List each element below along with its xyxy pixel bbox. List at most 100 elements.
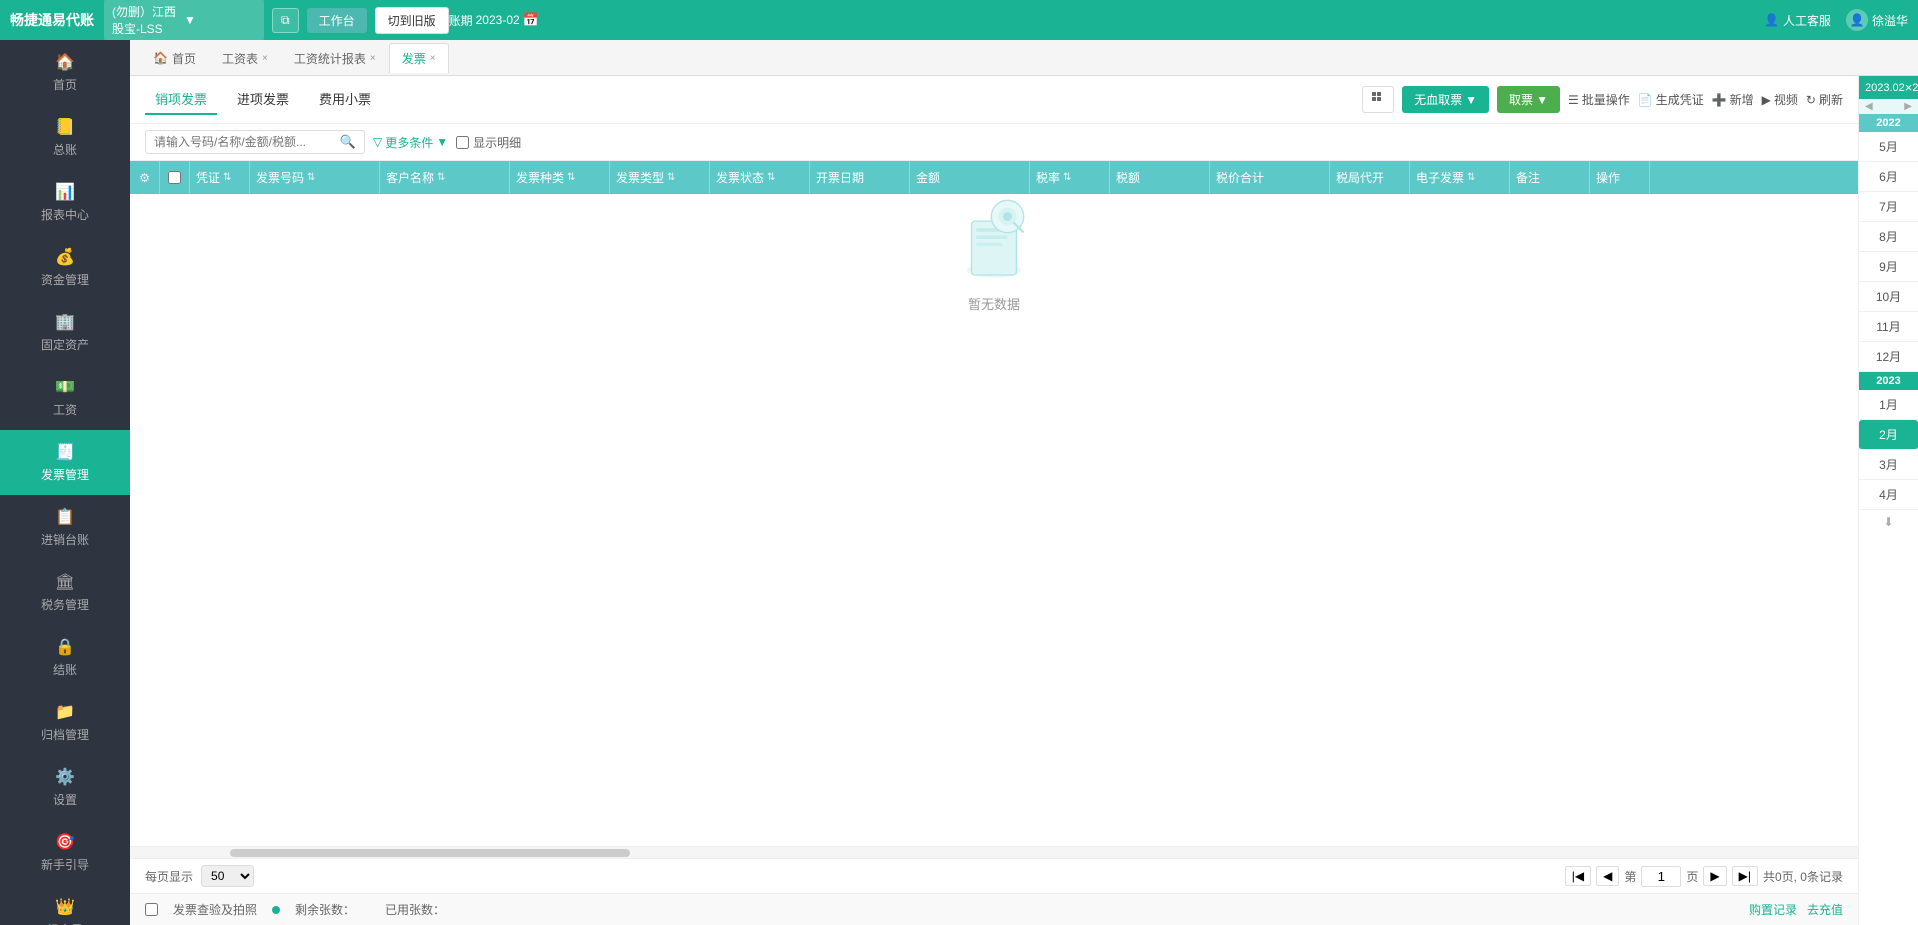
th-invoice-kind[interactable]: 发票类型 ⇅: [610, 161, 710, 194]
more-conditions-btn[interactable]: ▽ 更多条件 ▼: [373, 134, 448, 151]
th-tax-rate[interactable]: 税率 ⇅: [1030, 161, 1110, 194]
cal-month-2023-1[interactable]: 1月: [1859, 390, 1918, 420]
tab-salary-close[interactable]: ×: [262, 53, 268, 64]
th-invoice-status[interactable]: 发票状态 ⇅: [710, 161, 810, 194]
customer-service[interactable]: 👤 人工客服: [1764, 12, 1831, 29]
th-amount[interactable]: 金额: [910, 161, 1030, 194]
pagination-bar: 每页显示 50 100 200 |◀ ◀ 第 页 ▶: [130, 858, 1858, 893]
tab-salary[interactable]: 工资表 ×: [209, 43, 281, 73]
refresh-btn[interactable]: ↻ 刷新: [1806, 91, 1843, 108]
sidebar-item-payroll[interactable]: 💵 工资: [0, 365, 130, 430]
sidebar-item-close[interactable]: 🔒 结账: [0, 625, 130, 690]
cal-scroll-down-btn[interactable]: ⬇: [1859, 510, 1918, 534]
cal-month-2022-6[interactable]: 6月: [1859, 162, 1918, 192]
invoice-check-checkbox[interactable]: [145, 903, 158, 916]
cal-month-2022-7[interactable]: 7月: [1859, 192, 1918, 222]
search-input[interactable]: [154, 135, 340, 149]
calendar-close-btn[interactable]: ×: [1905, 80, 1913, 95]
page-first-btn[interactable]: |◀: [1565, 866, 1591, 886]
pagination-controls: |◀ ◀ 第 页 ▶ ▶| 共0页, 0条记录: [1565, 866, 1843, 887]
tab-invoice[interactable]: 发票 ×: [389, 43, 449, 73]
sub-tab-expense-receipt[interactable]: 费用小票: [309, 84, 381, 115]
cal-prev-btn[interactable]: ◀: [1865, 101, 1873, 112]
generate-cert-btn[interactable]: 📄 生成凭证: [1638, 91, 1704, 108]
cal-month-2022-10[interactable]: 10月: [1859, 282, 1918, 312]
cal-month-2023-2[interactable]: 2月: [1859, 420, 1918, 450]
th-open-date[interactable]: 开票日期: [810, 161, 910, 194]
sidebar-item-home[interactable]: 🏠 首页: [0, 40, 130, 105]
tab-home[interactable]: 🏠 首页: [140, 43, 209, 73]
scroll-thumb[interactable]: [230, 849, 630, 857]
status-links: 购置记录 去充值: [1749, 901, 1843, 918]
page-next-btn[interactable]: ▶: [1703, 866, 1726, 886]
sidebar-item-archive[interactable]: 📁 归档管理: [0, 690, 130, 755]
tab-salary-report-close[interactable]: ×: [370, 53, 376, 64]
sidebar-item-funds[interactable]: 💰 资金管理: [0, 235, 130, 300]
show-detail-input[interactable]: [456, 136, 469, 149]
cal-next-btn[interactable]: ▶: [1904, 101, 1912, 112]
empty-text: 暂无数据: [968, 294, 1020, 313]
video-btn[interactable]: ▶ 视频: [1762, 91, 1798, 108]
show-detail-checkbox[interactable]: 显示明细: [456, 134, 521, 151]
calendar-close-row: 2023.02 × 2023.02: [1859, 76, 1918, 99]
sidebar-item-assets[interactable]: 🏢 固定资产: [0, 300, 130, 365]
search-box[interactable]: 🔍: [145, 130, 365, 154]
cal-month-2022-12[interactable]: 12月: [1859, 342, 1918, 372]
sub-tab-sales-invoice[interactable]: 销项发票: [145, 84, 217, 115]
table-body: 暂无数据: [130, 194, 1858, 846]
th-total-amount[interactable]: 税价合计: [1210, 161, 1330, 194]
new-btn[interactable]: ➕ 新增: [1712, 91, 1754, 108]
archive-icon: 📁: [55, 702, 75, 722]
purchase-record-link[interactable]: 购置记录: [1749, 901, 1797, 918]
switch-version-button[interactable]: 切到旧版: [375, 7, 449, 34]
sidebar-item-member[interactable]: 👑 畅会员: [0, 885, 130, 925]
user-avatar: 👤: [1846, 9, 1868, 31]
get-ticket-btn[interactable]: 取票 ▼: [1497, 86, 1560, 113]
recharge-link[interactable]: 去充值: [1807, 901, 1843, 918]
th-tax-bureau[interactable]: 税局代开: [1330, 161, 1410, 194]
th-invoice-type[interactable]: 发票种类 ⇅: [510, 161, 610, 194]
th-checkbox[interactable]: [160, 161, 190, 194]
th-invoice-num[interactable]: 发票号码 ⇅: [250, 161, 380, 194]
copy-company-btn[interactable]: ⧉: [272, 8, 299, 33]
sub-tab-purchase-invoice[interactable]: 进项发票: [227, 84, 299, 115]
page-prev-btn[interactable]: ◀: [1596, 866, 1619, 886]
report-icon: 📊: [55, 182, 75, 202]
sidebar-item-settings[interactable]: ⚙️ 设置: [0, 755, 130, 820]
cal-month-2023-4[interactable]: 4月: [1859, 480, 1918, 510]
th-customer-name[interactable]: 客户名称 ⇅: [380, 161, 510, 194]
filter-dropdown-icon: ▼: [436, 135, 448, 149]
select-all-checkbox[interactable]: [168, 171, 181, 184]
th-cert[interactable]: 凭证 ⇅: [190, 161, 250, 194]
work-bench-button[interactable]: 工作台: [307, 8, 367, 33]
page-last-btn[interactable]: ▶|: [1732, 866, 1758, 886]
tab-invoice-close[interactable]: ×: [430, 53, 436, 64]
batch-ops-btn[interactable]: ☰ 批量操作: [1568, 91, 1630, 108]
period-calendar-icon[interactable]: 📅: [523, 12, 539, 28]
sidebar-item-invoice[interactable]: 🧾 发票管理: [0, 430, 130, 495]
page-size-select[interactable]: 50 100 200: [201, 865, 254, 887]
th-e-invoice[interactable]: 电子发票 ⇅: [1410, 161, 1510, 194]
cal-month-2023-3[interactable]: 3月: [1859, 450, 1918, 480]
sidebar-item-report[interactable]: 📊 报表中心: [0, 170, 130, 235]
cal-month-2022-9[interactable]: 9月: [1859, 252, 1918, 282]
tab-salary-report[interactable]: 工资统计报表 ×: [281, 43, 389, 73]
sidebar-item-tax[interactable]: 🏛 税务管理: [0, 560, 130, 625]
sidebar-item-sales[interactable]: 📋 进销台账: [0, 495, 130, 560]
th-tax-amount[interactable]: 税额: [1110, 161, 1210, 194]
sales-icon: 📋: [55, 507, 75, 527]
cal-month-2022-11[interactable]: 11月: [1859, 312, 1918, 342]
sidebar-item-ledger[interactable]: 📒 总账: [0, 105, 130, 170]
tab-home-icon: 🏠: [153, 51, 168, 65]
column-settings-btn[interactable]: [1362, 86, 1394, 113]
cal-header-date-2: 2023.02: [1912, 82, 1918, 94]
th-settings[interactable]: ⚙: [130, 161, 160, 194]
cal-month-2022-5[interactable]: 5月: [1859, 132, 1918, 162]
page-input[interactable]: [1641, 866, 1681, 887]
cal-month-2022-8[interactable]: 8月: [1859, 222, 1918, 252]
no-ticket-btn[interactable]: 无血取票 ▼: [1402, 86, 1489, 113]
sidebar-item-guide[interactable]: 🎯 新手引导: [0, 820, 130, 885]
company-selector[interactable]: (勿删）江西股宝-LSS ▼: [104, 0, 264, 41]
user-profile[interactable]: 👤 徐溢华: [1846, 9, 1908, 31]
horizontal-scrollbar[interactable]: [130, 846, 1858, 858]
